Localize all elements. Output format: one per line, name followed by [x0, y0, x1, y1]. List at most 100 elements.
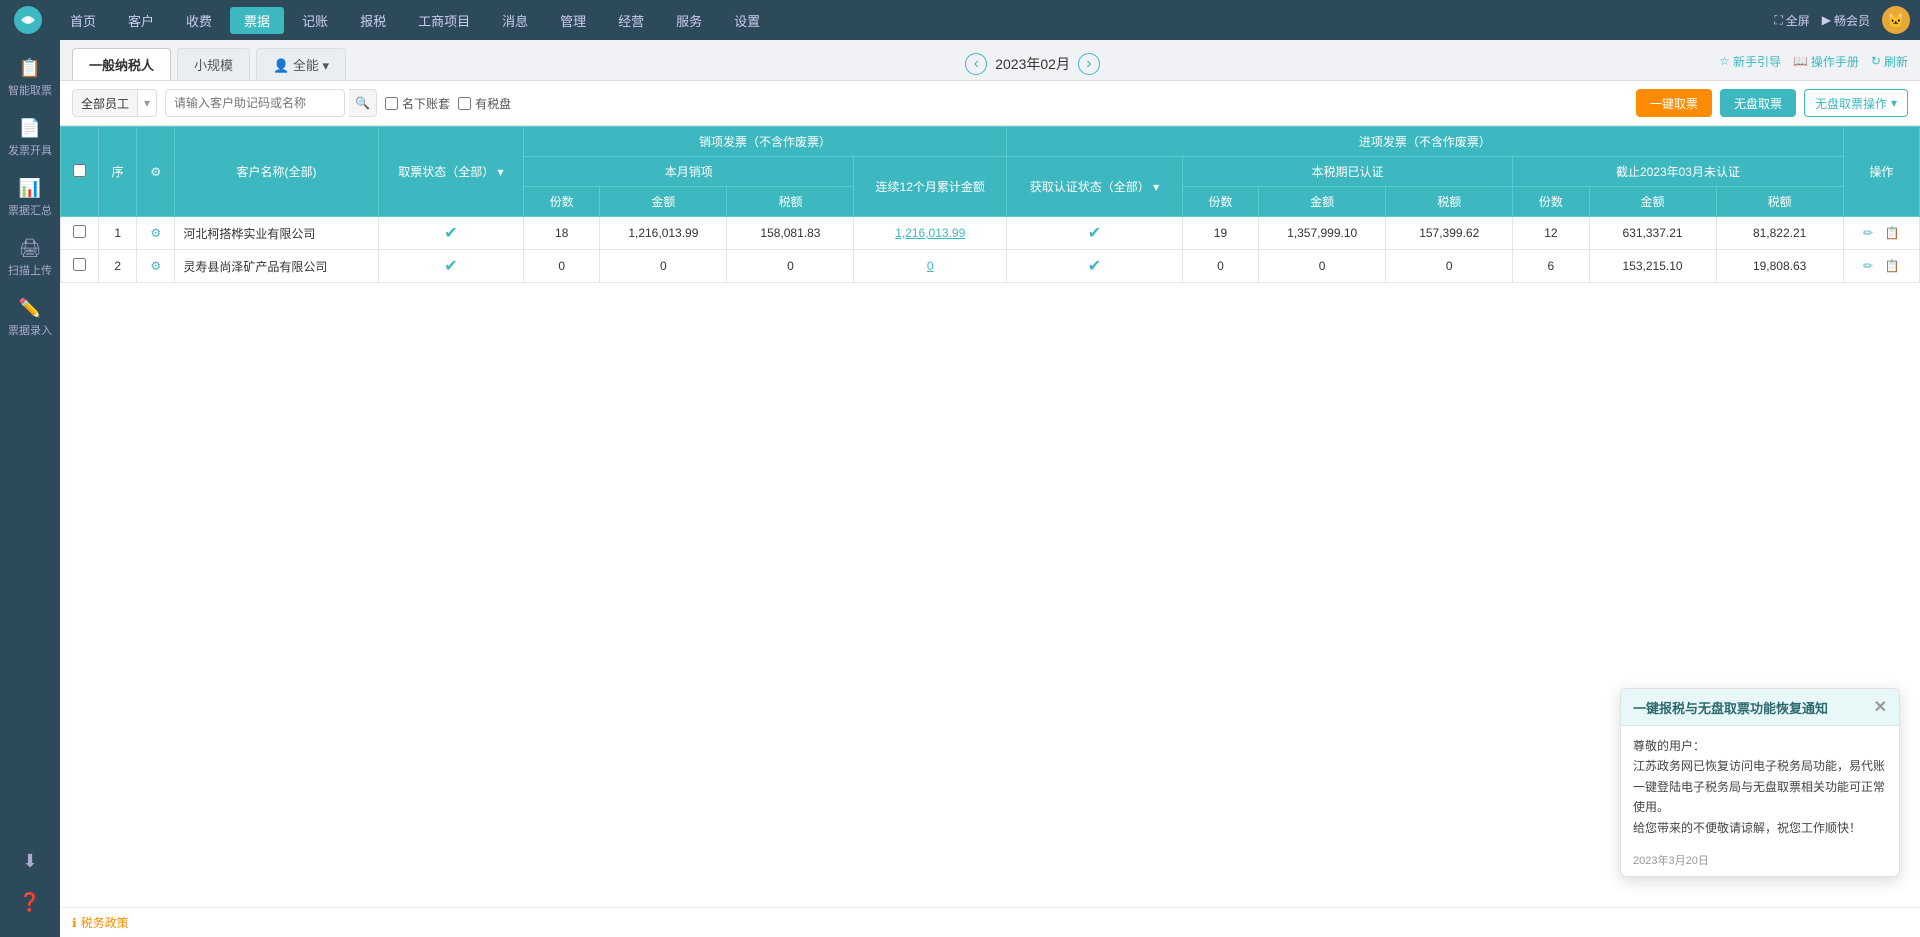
chevron-down-icon: ▾ — [322, 58, 329, 73]
period-navigation: ‹ 2023年02月 › — [352, 53, 1713, 75]
scan-icon: 🖨 — [19, 238, 42, 259]
nav-business[interactable]: 工商项目 — [404, 7, 484, 34]
take-status-filter-icon[interactable]: ▾ — [498, 165, 504, 179]
tab-general-taxpayer[interactable]: 一般纳税人 — [72, 48, 171, 80]
row1-checkbox[interactable] — [73, 225, 86, 238]
nav-settings[interactable]: 设置 — [720, 7, 774, 34]
manual-icon: 📖 — [1793, 54, 1808, 68]
refresh-btn[interactable]: ↻ 刷新 — [1871, 53, 1908, 70]
customer-search-input[interactable] — [165, 89, 345, 117]
nav-tax[interactable]: 报税 — [346, 7, 400, 34]
row1-operations: ✏ 📋 — [1843, 217, 1919, 250]
nav-home[interactable]: 首页 — [56, 7, 110, 34]
no-disk-ticket-op-btn[interactable]: 无盘取票操作 ▾ — [1804, 89, 1908, 117]
row2-purchase-uncert-tax: 19,808.63 — [1716, 250, 1843, 283]
period-nav: ‹ 2023年02月 › — [965, 53, 1100, 75]
sidebar-item-scan-upload[interactable]: 🖨 扫描上传 — [3, 230, 57, 286]
th-purchase-uncert-amount: 金额 — [1589, 187, 1716, 217]
nav-service[interactable]: 服务 — [662, 7, 716, 34]
row2-index: 2 — [99, 250, 137, 283]
summary-icon: 📊 — [19, 178, 41, 199]
row1-sales-cumulative[interactable]: 1,216,013.99 — [854, 217, 1007, 250]
popup-close-btn[interactable]: ✕ — [1874, 697, 1887, 717]
tab-bar: 一般纳税人 小规模 👤 全能 ▾ ‹ 2023年02月 › ☆ 新手引导 — [60, 40, 1920, 81]
th-sales-group: 销项发票（不含作废票） — [524, 127, 1007, 157]
popup-header: 一键报税与无盘取票功能恢复通知 ✕ — [1621, 689, 1899, 726]
search-button[interactable]: 🔍 — [349, 89, 377, 117]
row1-sales-amount: 1,216,013.99 — [600, 217, 727, 250]
no-disk-ticket-btn[interactable]: 无盘取票 — [1720, 89, 1796, 117]
sidebar-item-invoice-summary[interactable]: 📊 票据汇总 — [3, 170, 57, 226]
tab-all[interactable]: 👤 全能 ▾ — [256, 48, 346, 80]
row1-detail-btn[interactable]: 📋 — [1885, 226, 1900, 240]
purchase-status-filter-icon[interactable]: ▾ — [1153, 180, 1159, 194]
row2-customer: 灵寿县尚泽矿产品有限公司 — [175, 250, 378, 283]
avatar[interactable]: 🐱 — [1882, 6, 1910, 34]
name-account-checkbox-label[interactable]: 名下账套 — [385, 95, 450, 112]
row2-checkbox-cell — [61, 250, 99, 283]
fullscreen-icon: ⛶ — [1774, 13, 1782, 28]
nav-invoice[interactable]: 票据 — [230, 7, 284, 34]
th-purchase-uncert: 截止2023年03月未认证 — [1513, 157, 1843, 187]
table-row: 2 ⚙ 灵寿县尚泽矿产品有限公司 ✔ 0 0 0 0 ✔ 0 0 0 6 153… — [61, 250, 1920, 283]
tax-disk-checkbox[interactable] — [458, 97, 471, 110]
row2-sales-cumulative[interactable]: 0 — [854, 250, 1007, 283]
next-period-btn[interactable]: › — [1078, 53, 1100, 75]
take-status-check-icon: ✔ — [444, 225, 457, 242]
tax-disk-checkbox-label[interactable]: 有税盘 — [458, 95, 511, 112]
nav-fee[interactable]: 收费 — [172, 7, 226, 34]
nav-manage[interactable]: 管理 — [546, 7, 600, 34]
sidebar: 📋 智能取票 📄 发票开具 📊 票据汇总 🖨 扫描上传 ✏️ 票据录入 ⬇ ❓ — [0, 40, 60, 937]
row1-edit-btn[interactable]: ✏ — [1863, 226, 1873, 240]
th-sales-count: 份数 — [524, 187, 600, 217]
vip-icon: ▶ — [1822, 13, 1831, 27]
nav-bookkeeping[interactable]: 记账 — [288, 7, 342, 34]
app-logo — [10, 2, 46, 38]
invoice-table: 序 ⚙ 客户名称(全部) 取票状态（全部） ▾ 销项发票（不含作废票） 进项发票… — [60, 126, 1920, 283]
row2-config-icon[interactable]: ⚙ — [137, 250, 175, 283]
one-click-ticket-btn[interactable]: 一键取票 — [1636, 89, 1712, 117]
table-row: 1 ⚙ 河北柯搭桦实业有限公司 ✔ 18 1,216,013.99 158,08… — [61, 217, 1920, 250]
tab-actions: ☆ 新手引导 📖 操作手册 ↻ 刷新 — [1719, 53, 1908, 76]
row2-sales-amount: 0 — [600, 250, 727, 283]
nav-message[interactable]: 消息 — [488, 7, 542, 34]
nav-operation[interactable]: 经营 — [604, 7, 658, 34]
select-all-checkbox[interactable] — [73, 164, 86, 177]
employee-select[interactable]: 全部员工 ▾ — [72, 89, 157, 117]
manual-btn[interactable]: 📖 操作手册 — [1793, 53, 1859, 70]
info-icon: ℹ — [72, 916, 77, 930]
prev-period-btn[interactable]: ‹ — [965, 53, 987, 75]
new-guide-btn[interactable]: ☆ 新手引导 — [1719, 53, 1781, 70]
nav-customer[interactable]: 客户 — [114, 7, 168, 34]
row1-config-icon[interactable]: ⚙ — [137, 217, 175, 250]
th-sales-month: 本月销项 — [524, 157, 854, 187]
row2-edit-btn[interactable]: ✏ — [1863, 259, 1873, 273]
row2-purchase-period-tax: 0 — [1386, 250, 1513, 283]
th-sales-tax: 税额 — [727, 187, 854, 217]
sidebar-item-smart-ticket[interactable]: 📋 智能取票 — [3, 50, 57, 106]
row2-take-status: ✔ — [378, 250, 523, 283]
th-operation: 操作 — [1843, 127, 1919, 217]
sidebar-download-btn[interactable]: ⬇ — [3, 843, 57, 880]
name-account-checkbox[interactable] — [385, 97, 398, 110]
row2-detail-btn[interactable]: 📋 — [1885, 259, 1900, 273]
row2-checkbox[interactable] — [73, 258, 86, 271]
th-sales-cumulative: 连续12个月累计金额 — [854, 157, 1007, 217]
popup-title: 一键报税与无盘取票功能恢复通知 — [1633, 698, 1828, 717]
row1-purchase-period-count: 19 — [1182, 217, 1258, 250]
sidebar-item-invoice-entry[interactable]: ✏️ 票据录入 — [3, 290, 57, 346]
fullscreen-btn[interactable]: ⛶ 全屏 — [1774, 12, 1809, 29]
th-purchase-period-amount: 金额 — [1259, 187, 1386, 217]
refresh-icon: ↻ — [1871, 54, 1881, 68]
sidebar-item-invoice-issue[interactable]: 📄 发票开具 — [3, 110, 57, 166]
row2-purchase-uncert-count: 6 — [1513, 250, 1589, 283]
employee-chevron-down-icon[interactable]: ▾ — [138, 90, 156, 116]
top-navigation: 首页 客户 收费 票据 记账 报税 工商项目 消息 管理 经营 服务 设置 ⛶ … — [0, 0, 1920, 40]
row1-index: 1 — [99, 217, 137, 250]
sidebar-help-btn[interactable]: ❓ — [3, 884, 57, 921]
tab-small-scale[interactable]: 小规模 — [177, 48, 250, 80]
entry-icon: ✏️ — [19, 298, 41, 319]
tax-policy-link[interactable]: ℹ 税务政策 — [72, 914, 129, 931]
vip-btn[interactable]: ▶ 畅会员 — [1822, 12, 1870, 29]
popup-greeting: 尊敬的用户： — [1633, 736, 1887, 756]
